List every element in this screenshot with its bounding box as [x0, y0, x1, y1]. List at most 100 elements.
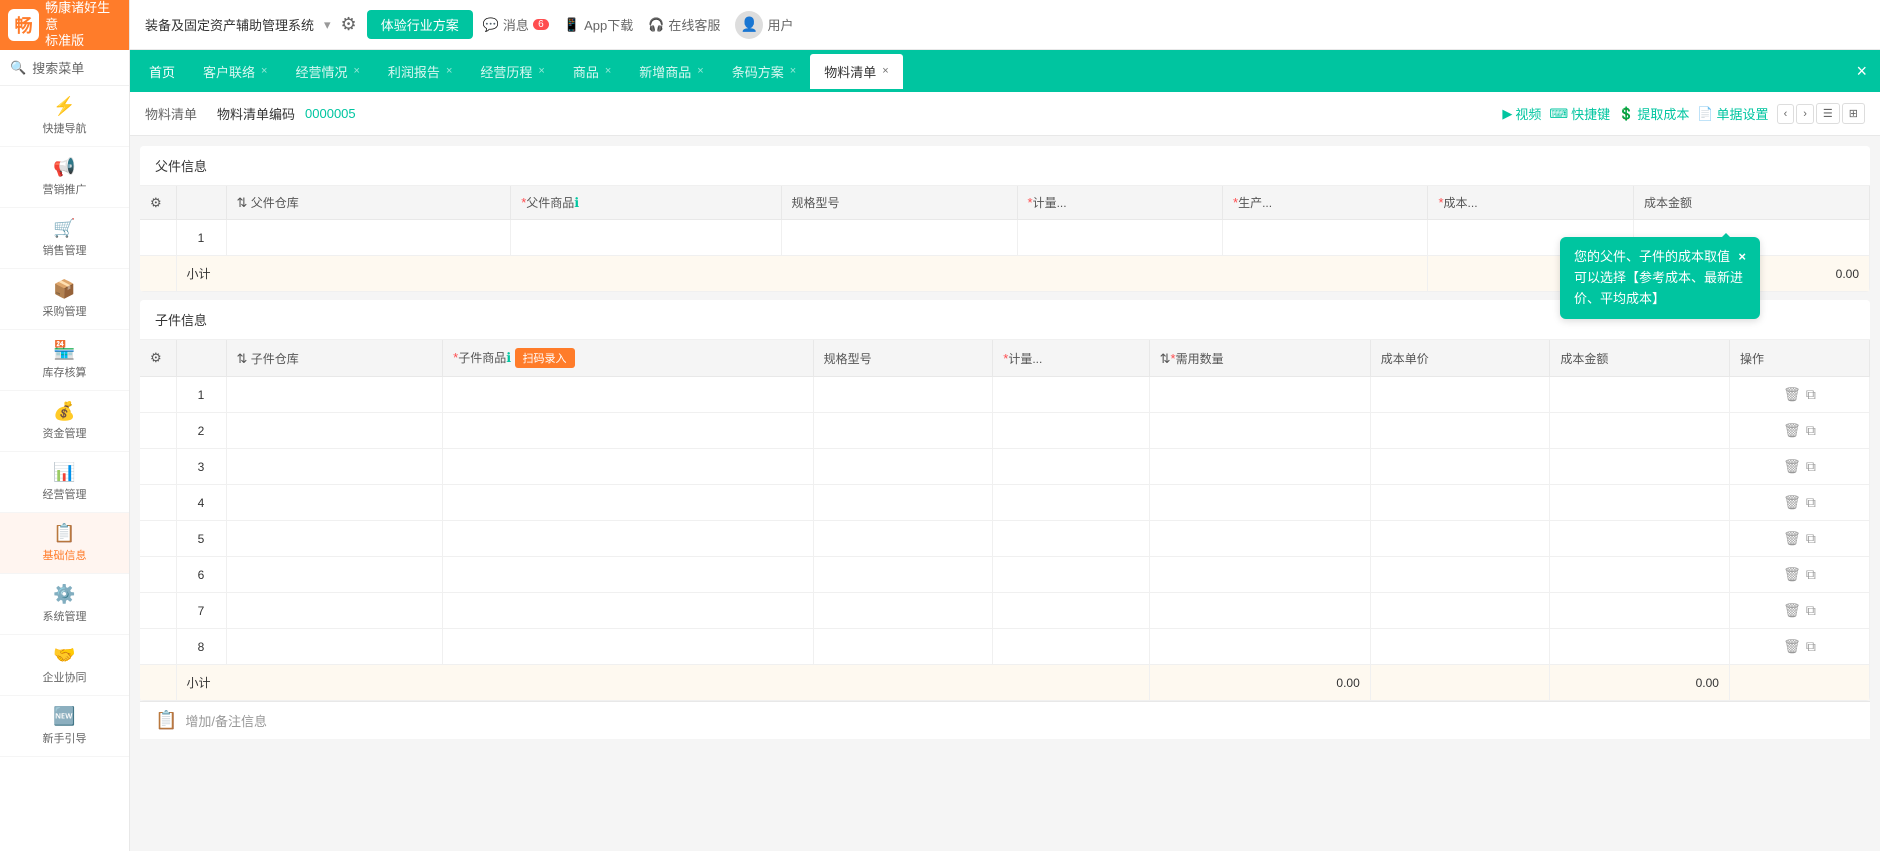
sidebar-item-finance[interactable]: 💰 资金管理 [0, 391, 129, 452]
sidebar-item-corp-coop[interactable]: 🤝 企业协同 [0, 635, 129, 696]
row-product[interactable] [443, 413, 814, 449]
row-qty[interactable] [1149, 413, 1370, 449]
close-all-tabs-btn[interactable]: × [1848, 57, 1875, 86]
delete-icon[interactable]: 🗑 [1783, 458, 1801, 475]
row-unit-cost[interactable] [1370, 629, 1550, 665]
prev-record-btn[interactable]: ‹ [1777, 104, 1795, 124]
view-video-btn[interactable]: ▶ 视频 [1502, 104, 1541, 123]
menu-btn[interactable]: ☰ [1816, 103, 1840, 124]
row-unit-cost[interactable] [1370, 557, 1550, 593]
app-download-action[interactable]: 📱 App下载 [564, 15, 633, 34]
row-warehouse[interactable] [226, 413, 443, 449]
grid-btn[interactable]: ⊞ [1842, 103, 1865, 124]
delete-icon[interactable]: 🗑 [1783, 422, 1801, 439]
tab-barcode[interactable]: 条码方案 × [718, 54, 810, 89]
copy-icon[interactable]: ⧉ [1806, 494, 1816, 511]
close-icon[interactable]: × [446, 65, 452, 77]
row-qty[interactable] [1149, 629, 1370, 665]
delete-icon[interactable]: 🗑 [1783, 566, 1801, 583]
tab-bom[interactable]: 物料清单 × [810, 54, 902, 89]
single-settings-btn[interactable]: 📄 单据设置 [1697, 104, 1768, 123]
row-unit[interactable] [993, 413, 1149, 449]
row-spec[interactable] [813, 593, 993, 629]
row-unit[interactable] [993, 629, 1149, 665]
row-spec[interactable] [813, 377, 993, 413]
tab-new-product[interactable]: 新增商品 × [625, 54, 717, 89]
row-unit-cost[interactable] [1370, 521, 1550, 557]
row-product[interactable] [443, 449, 814, 485]
row-warehouse[interactable] [226, 485, 443, 521]
delete-icon[interactable]: 🗑 [1783, 530, 1801, 547]
row-spec[interactable] [781, 220, 1017, 256]
row-qty[interactable] [1149, 593, 1370, 629]
row-unit[interactable] [993, 485, 1149, 521]
copy-icon[interactable]: ⧉ [1806, 602, 1816, 619]
row-unit[interactable] [993, 377, 1149, 413]
sidebar-item-operations[interactable]: 📊 经营管理 [0, 452, 129, 513]
tab-products[interactable]: 商品 × [559, 54, 625, 89]
experience-btn[interactable]: 体验行业方案 [367, 10, 473, 39]
row-qty[interactable] [1149, 557, 1370, 593]
sidebar-item-guide[interactable]: 🆕 新手引导 [0, 696, 129, 757]
row-warehouse[interactable] [226, 377, 443, 413]
sidebar-item-system[interactable]: ⚙️ 系统管理 [0, 574, 129, 635]
tab-home[interactable]: 首页 [135, 54, 189, 89]
row-unit[interactable] [1017, 220, 1222, 256]
row-unit[interactable] [993, 449, 1149, 485]
row-product[interactable] [443, 629, 814, 665]
copy-icon[interactable]: ⧉ [1806, 530, 1816, 547]
tab-customers[interactable]: 客户联络 × [189, 54, 281, 89]
row-qty[interactable] [1149, 377, 1370, 413]
row-unit-cost[interactable] [1370, 413, 1550, 449]
row-spec[interactable] [813, 449, 993, 485]
row-unit-cost[interactable] [1370, 449, 1550, 485]
close-icon[interactable]: × [697, 65, 703, 77]
row-unit-cost[interactable] [1370, 377, 1550, 413]
row-spec[interactable] [813, 413, 993, 449]
tab-profit-report[interactable]: 利润报告 × [374, 54, 466, 89]
row-qty[interactable] [1149, 449, 1370, 485]
sidebar-item-basic-info[interactable]: 📋 基础信息 [0, 513, 129, 574]
close-icon[interactable]: × [605, 65, 611, 77]
row-warehouse[interactable] [226, 521, 443, 557]
close-icon[interactable]: × [790, 65, 796, 77]
row-warehouse[interactable] [226, 449, 443, 485]
row-product[interactable] [443, 377, 814, 413]
row-produce[interactable] [1223, 220, 1428, 256]
settings-icon[interactable]: ⚙ [341, 14, 357, 35]
sidebar-item-purchase[interactable]: 📦 采购管理 [0, 269, 129, 330]
sidebar-item-inventory[interactable]: 🏪 库存核算 [0, 330, 129, 391]
tab-biz-history[interactable]: 经营历程 × [466, 54, 558, 89]
close-icon[interactable]: × [538, 65, 544, 77]
row-product[interactable] [443, 593, 814, 629]
row-warehouse[interactable] [226, 220, 511, 256]
row-unit-cost[interactable] [1370, 485, 1550, 521]
row-warehouse[interactable] [226, 593, 443, 629]
copy-icon[interactable]: ⧉ [1806, 386, 1816, 403]
user-action[interactable]: 👤 用户 [735, 11, 793, 39]
online-support-action[interactable]: 🎧 在线客服 [648, 15, 720, 34]
row-warehouse[interactable] [226, 557, 443, 593]
close-icon[interactable]: × [261, 65, 267, 77]
row-spec[interactable] [813, 485, 993, 521]
copy-icon[interactable]: ⧉ [1806, 566, 1816, 583]
row-product[interactable] [443, 557, 814, 593]
extract-cost-btn[interactable]: 💲 提取成本 [1618, 104, 1689, 123]
settings-icon[interactable]: ⚙ [150, 195, 162, 210]
sidebar-item-sales[interactable]: 🛒 销售管理 [0, 208, 129, 269]
row-unit[interactable] [993, 521, 1149, 557]
delete-icon[interactable]: 🗑 [1783, 638, 1801, 655]
sidebar-item-marketing[interactable]: 📢 营销推广 [0, 147, 129, 208]
search-menu[interactable]: 🔍 搜索菜单 [0, 50, 129, 86]
scan-btn[interactable]: 扫码录入 [515, 348, 575, 368]
delete-icon[interactable]: 🗑 [1783, 386, 1801, 403]
row-product[interactable] [443, 485, 814, 521]
row-qty[interactable] [1149, 485, 1370, 521]
copy-icon[interactable]: ⧉ [1806, 638, 1816, 655]
next-record-btn[interactable]: › [1796, 104, 1814, 124]
row-unit-cost[interactable] [1370, 593, 1550, 629]
settings-icon[interactable]: ⚙ [150, 350, 162, 365]
delete-icon[interactable]: 🗑 [1783, 494, 1801, 511]
copy-icon[interactable]: ⧉ [1806, 422, 1816, 439]
delete-icon[interactable]: 🗑 [1783, 602, 1801, 619]
